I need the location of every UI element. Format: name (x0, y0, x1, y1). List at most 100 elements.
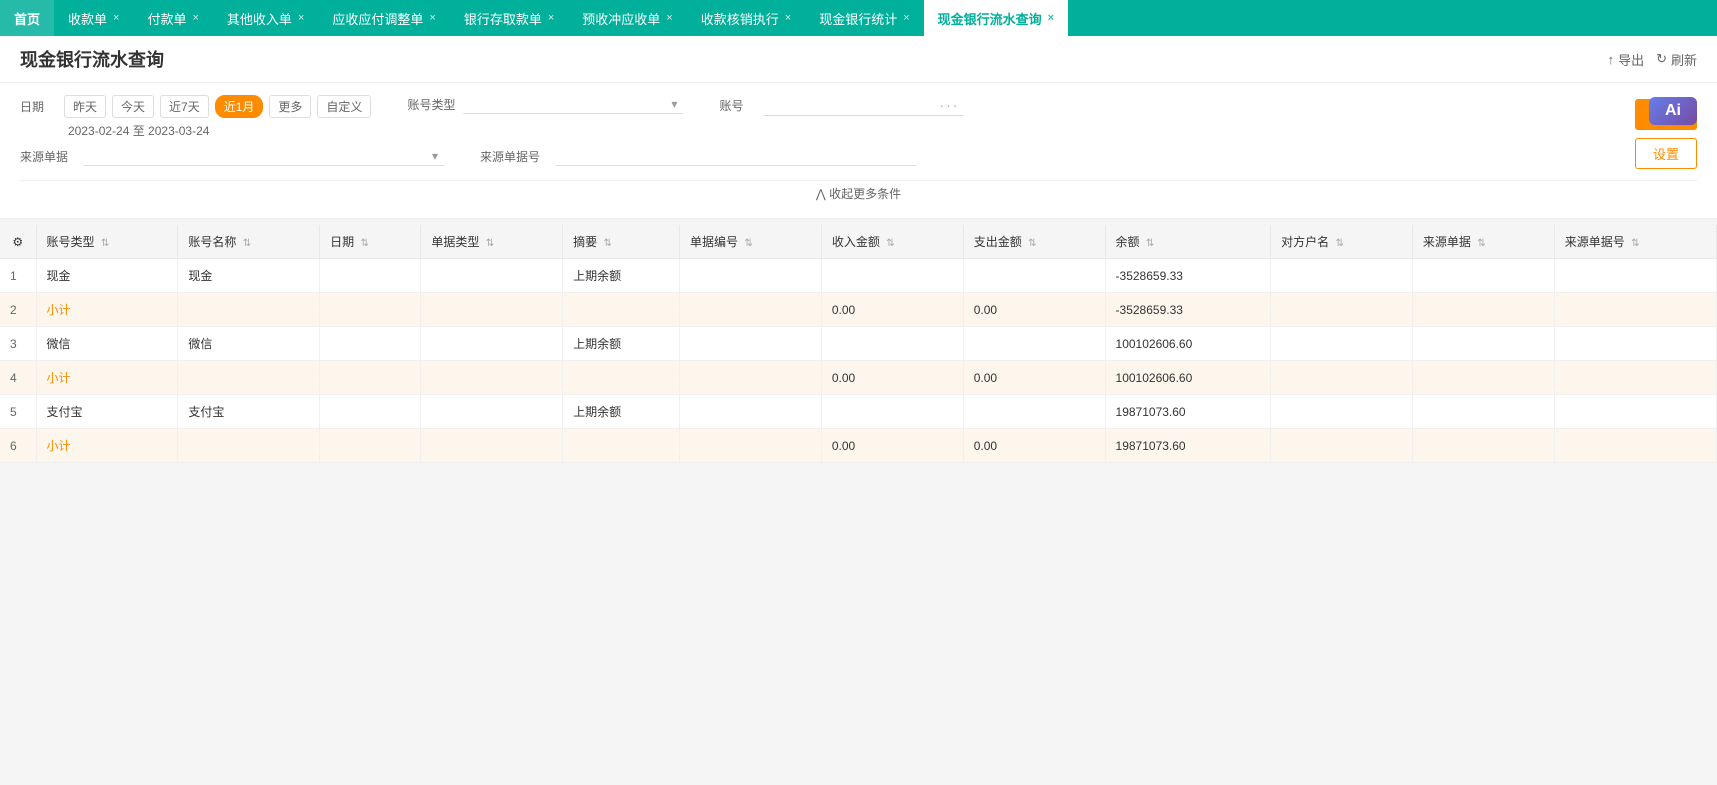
table-cell (1554, 429, 1716, 463)
date-btn-1month[interactable]: 近1月 (215, 95, 264, 118)
nav-home[interactable]: 首页 (0, 0, 54, 36)
date-btn-7days[interactable]: 近7天 (160, 95, 209, 118)
ai-badge[interactable]: Ai (1649, 97, 1697, 125)
refresh-icon: ↻ (1656, 51, 1667, 67)
table-cell: 小计 (36, 361, 178, 395)
top-nav: 首页 收款单 × 付款单 × 其他收入单 × 应收应付调整单 × 银行存取款单 … (0, 0, 1717, 36)
sort-icon[interactable]: ⇅ (486, 238, 494, 249)
table-cell (320, 293, 421, 327)
source-doc-no-input[interactable] (556, 147, 916, 166)
table-cell (963, 395, 1105, 429)
table-cell: 0.00 (821, 429, 963, 463)
account-ellipsis-icon[interactable]: ··· (939, 97, 959, 113)
table-cell (680, 259, 822, 293)
table-cell (421, 259, 563, 293)
column-gear[interactable]: ⚙ (0, 225, 36, 259)
table-cell (1554, 293, 1716, 327)
header-actions: ↑ 导出 ↻ 刷新 (1608, 50, 1697, 69)
table-cell (1412, 395, 1554, 429)
nav-tab-liushui[interactable]: 现金银行流水查询 × (924, 0, 1068, 36)
close-icon[interactable]: × (785, 12, 791, 24)
table-cell: 现金 (36, 259, 178, 293)
nav-tab-shoukuandan[interactable]: 收款单 × (54, 0, 133, 36)
date-label: 日期 (20, 98, 56, 115)
sort-icon[interactable]: ⇅ (101, 238, 109, 249)
close-icon[interactable]: × (192, 12, 198, 24)
sort-icon[interactable]: ⇅ (1631, 238, 1639, 249)
account-type-label: 账号类型 (407, 96, 455, 113)
table-cell (563, 429, 680, 463)
table-cell: 3 (0, 327, 36, 361)
refresh-button[interactable]: ↻ 刷新 (1656, 50, 1697, 69)
table-cell: 小计 (36, 429, 178, 463)
nav-tab-yinhangcuquan[interactable]: 银行存取款单 × (450, 0, 568, 36)
close-icon[interactable]: × (903, 12, 909, 24)
table-cell (421, 429, 563, 463)
date-btn-custom[interactable]: 自定义 (317, 95, 371, 118)
date-btn-today[interactable]: 今天 (112, 95, 154, 118)
close-icon[interactable]: × (1048, 12, 1054, 24)
export-button[interactable]: ↑ 导出 (1608, 50, 1645, 69)
table-cell: 100102606.60 (1105, 361, 1271, 395)
sort-icon[interactable]: ⇅ (1477, 238, 1485, 249)
table-cell (1412, 259, 1554, 293)
table-cell: 0.00 (963, 361, 1105, 395)
page-header: 现金银行流水查询 ↑ 导出 ↻ 刷新 (0, 36, 1717, 83)
sort-icon[interactable]: ⇅ (1146, 238, 1154, 249)
column-expense: 支出金额 ⇅ (963, 225, 1105, 259)
account-type-select[interactable]: ▾ (463, 95, 683, 114)
table-row: 6小计0.000.0019871073.60 (0, 429, 1717, 463)
sort-icon[interactable]: ⇅ (744, 238, 752, 249)
table-cell (963, 327, 1105, 361)
table-header-row: ⚙ 账号类型 ⇅ 账号名称 ⇅ 日期 ⇅ 单据类型 ⇅ 摘 (0, 225, 1717, 259)
table-cell (178, 293, 320, 327)
date-btn-more[interactable]: 更多 (269, 95, 311, 118)
table-cell: 微信 (36, 327, 178, 361)
close-icon[interactable]: × (666, 12, 672, 24)
table-cell (421, 327, 563, 361)
nav-tab-yushouchong[interactable]: 预收冲应收单 × (568, 0, 686, 36)
sort-icon[interactable]: ⇅ (1335, 238, 1343, 249)
close-icon[interactable]: × (298, 12, 304, 24)
account-label: 账号 (719, 97, 755, 114)
sort-icon[interactable]: ⇅ (1028, 238, 1036, 249)
date-range-display: 2023-02-24 至 2023-03-24 (68, 124, 209, 138)
table-cell (1412, 327, 1554, 361)
date-btn-yesterday[interactable]: 昨天 (64, 95, 106, 118)
close-icon[interactable]: × (548, 12, 554, 24)
table-cell (563, 361, 680, 395)
table-cell (421, 361, 563, 395)
sort-icon[interactable]: ⇅ (886, 238, 894, 249)
table-cell (1554, 259, 1716, 293)
collapse-bar[interactable]: ⋀ 收起更多条件 (20, 180, 1697, 206)
close-icon[interactable]: × (113, 12, 119, 24)
sort-icon[interactable]: ⇅ (243, 238, 251, 249)
table-area: ⚙ 账号类型 ⇅ 账号名称 ⇅ 日期 ⇅ 单据类型 ⇅ 摘 (0, 225, 1717, 463)
source-doc-label: 来源单据 (20, 148, 68, 165)
nav-tab-xianjinyinhang[interactable]: 现金银行统计 × (805, 0, 923, 36)
nav-tab-yingshouyingfu[interactable]: 应收应付调整单 × (318, 0, 449, 36)
sort-icon[interactable]: ⇅ (604, 238, 612, 249)
table-cell: 微信 (178, 327, 320, 361)
sort-icon[interactable]: ⇅ (361, 238, 369, 249)
column-counterparty: 对方户名 ⇅ (1271, 225, 1413, 259)
account-input[interactable]: ··· (763, 95, 963, 116)
date-buttons: 昨天 今天 近7天 近1月 更多 自定义 (64, 95, 371, 118)
table-cell (563, 293, 680, 327)
nav-tab-shoukuanxiaoxiao[interactable]: 收款核销执行 × (687, 0, 805, 36)
close-icon[interactable]: × (429, 12, 435, 24)
nav-tab-qitashouru[interactable]: 其他收入单 × (213, 0, 318, 36)
column-source-doc-no: 来源单据号 ⇅ (1554, 225, 1716, 259)
column-doc-type: 单据类型 ⇅ (421, 225, 563, 259)
table-cell (1554, 327, 1716, 361)
column-summary: 摘要 ⇅ (563, 225, 680, 259)
table-cell: 4 (0, 361, 36, 395)
table-cell: 上期余额 (563, 327, 680, 361)
table-cell (1271, 361, 1413, 395)
column-balance: 余额 ⇅ (1105, 225, 1271, 259)
source-doc-no-label: 来源单据号 (480, 148, 540, 165)
nav-tab-fukuandan[interactable]: 付款单 × (133, 0, 212, 36)
table-row: 5支付宝支付宝上期余额19871073.60 (0, 395, 1717, 429)
settings-button[interactable]: 设置 (1635, 138, 1697, 169)
source-doc-select[interactable]: ▾ (84, 147, 444, 166)
